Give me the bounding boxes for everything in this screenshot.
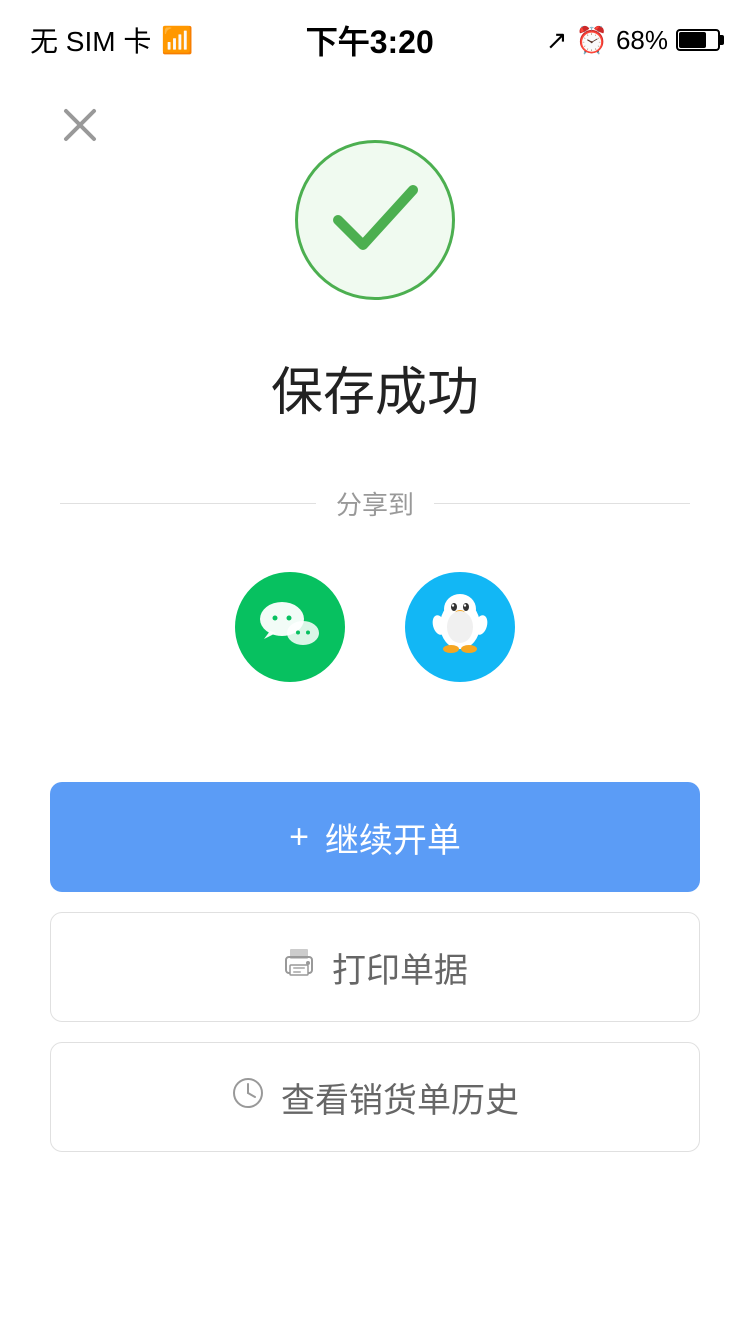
status-right: ↗ ⏰ 68%: [546, 25, 720, 56]
close-button[interactable]: [50, 95, 110, 155]
main-content: 保存成功 分享到: [0, 80, 750, 1152]
checkmark-icon: [333, 185, 418, 255]
share-divider: 分享到: [60, 485, 690, 522]
divider-left: [60, 503, 316, 504]
view-history-button[interactable]: 查看销货单历史: [50, 1042, 700, 1152]
print-icon: [282, 947, 316, 988]
status-time: 下午3:20: [306, 17, 434, 63]
view-history-label: 查看销货单历史: [281, 1073, 519, 1122]
plus-icon: +: [289, 818, 309, 857]
battery-percentage: 68%: [616, 25, 668, 56]
alarm-icon: ⏰: [576, 25, 608, 56]
continue-order-button[interactable]: + 继续开单: [50, 782, 700, 892]
sim-text: 无 SIM 卡: [30, 20, 151, 60]
status-left: 无 SIM 卡 📶: [30, 20, 194, 60]
wechat-share-button[interactable]: [235, 572, 345, 682]
qq-icon: [429, 593, 491, 661]
divider-right: [434, 503, 690, 504]
battery-icon: [676, 29, 720, 51]
success-title: 保存成功: [271, 350, 479, 425]
continue-order-label: 继续开单: [325, 813, 461, 862]
qq-share-button[interactable]: [405, 572, 515, 682]
location-icon: ↗: [546, 25, 568, 56]
clock-icon: [231, 1076, 265, 1119]
status-bar: 无 SIM 卡 📶 下午3:20 ↗ ⏰ 68%: [0, 0, 750, 80]
close-icon: [62, 107, 98, 143]
wifi-icon: 📶: [161, 25, 193, 56]
share-icons-row: [60, 572, 690, 682]
wechat-icon: [256, 597, 324, 657]
print-receipt-label: 打印单据: [332, 943, 468, 992]
success-circle: [295, 140, 455, 300]
share-label: 分享到: [336, 485, 414, 522]
print-receipt-button[interactable]: 打印单据: [50, 912, 700, 1022]
share-section: 分享到: [0, 485, 750, 682]
actions-section: + 继续开单 打印单据: [0, 782, 750, 1152]
